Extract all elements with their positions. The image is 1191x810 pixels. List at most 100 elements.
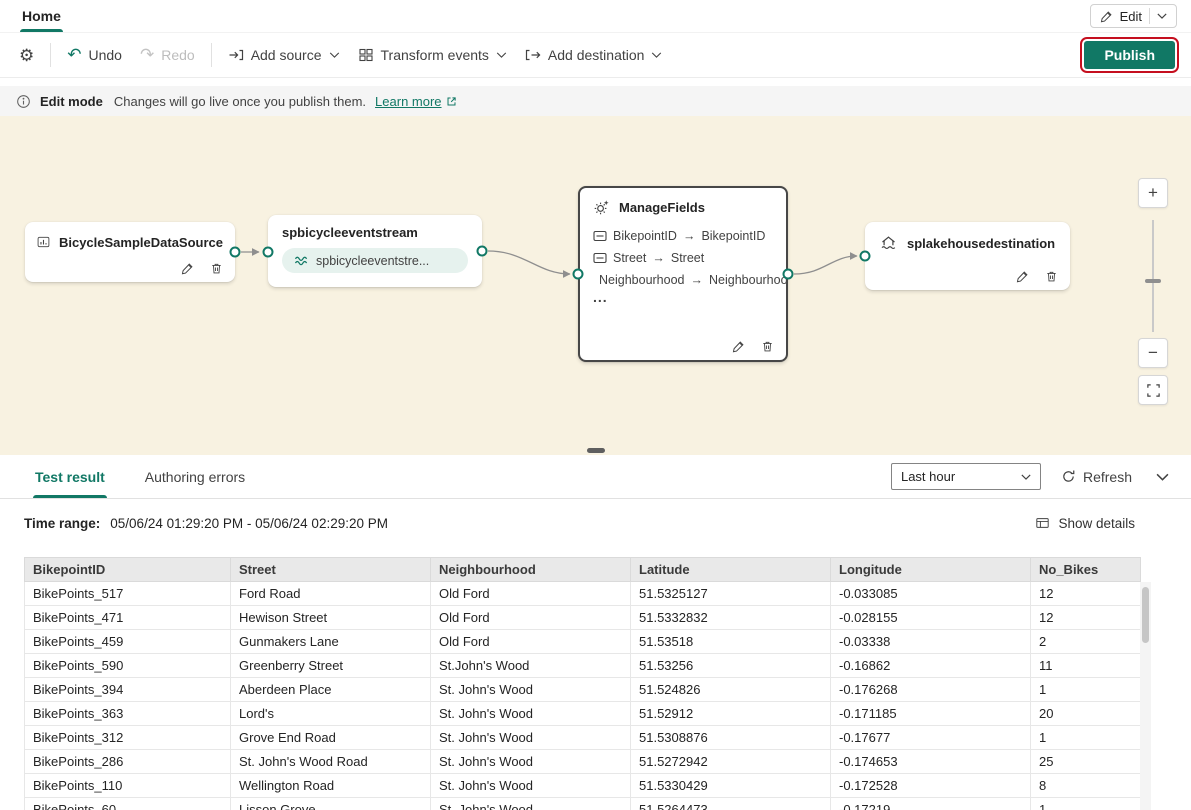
gear-icon: ⚙: [19, 45, 35, 65]
table-cell: -0.028155: [830, 605, 1031, 630]
pencil-icon[interactable]: [1016, 270, 1029, 283]
show-details-button[interactable]: Show details: [1035, 516, 1135, 531]
add-source-icon: [229, 49, 243, 61]
field-from: BikepointID: [613, 229, 677, 243]
table-cell: 25: [1030, 749, 1141, 774]
table-row[interactable]: BikePoints_471 Hewison Street Old Ford 51.5…: [24, 605, 1141, 630]
table-row[interactable]: BikePoints_363 Lord's St. John's Wood 51.52…: [24, 701, 1141, 726]
table-cell: 51.5332832: [630, 605, 831, 630]
zoom-out-label: −: [1148, 343, 1158, 362]
field-to: Street: [670, 251, 705, 265]
tab-label: Test result: [35, 468, 105, 485]
tab-authoring-errors[interactable]: Authoring errors: [145, 455, 245, 498]
table-cell: Old Ford: [430, 581, 631, 606]
collapse-panel-button[interactable]: [1152, 469, 1173, 485]
panel-tab-bar: Test result Authoring errors Last hour R…: [0, 455, 1191, 499]
table-scrollbar[interactable]: [1140, 582, 1151, 810]
table-cell: 11: [1030, 653, 1141, 678]
table-scrollbar-thumb[interactable]: [1142, 587, 1149, 643]
table-row[interactable]: BikePoints_312 Grove End Road St. John's W…: [24, 725, 1141, 750]
settings-button[interactable]: ⚙: [10, 41, 43, 70]
column-header[interactable]: No_Bikes: [1030, 557, 1141, 582]
substream-pill[interactable]: spbicycleeventstre...: [282, 248, 468, 273]
table-cell: Gunmakers Lane: [230, 629, 431, 654]
table-cell: Greenberry Street: [230, 653, 431, 678]
undo-button[interactable]: ↶ Undo: [58, 41, 131, 69]
zoom-slider-track[interactable]: [1152, 220, 1154, 332]
table-row[interactable]: BikePoints_60 Lisson Grove St. John's Wood…: [24, 797, 1141, 810]
table-cell: BikePoints_459: [24, 629, 231, 654]
trash-icon[interactable]: [210, 262, 223, 275]
add-source-button[interactable]: Add source: [219, 41, 349, 69]
transform-events-button[interactable]: Transform events: [349, 41, 516, 69]
table-cell: BikePoints_312: [24, 725, 231, 750]
table-cell: 51.52912: [630, 701, 831, 726]
node-eventstream[interactable]: spbicycleeventstream spbicycleeventstre.…: [268, 215, 482, 287]
manage-fields-icon: [594, 200, 609, 215]
node-manage-fields[interactable]: ManageFields BikepointID → BikepointID Stre…: [578, 186, 788, 362]
table-cell: St. John's Wood: [430, 677, 631, 702]
table-cell: 2: [1030, 629, 1141, 654]
zoom-slider-handle[interactable]: [1145, 279, 1161, 283]
banner-message: Changes will go live once you publish th…: [113, 93, 367, 109]
substream-label: spbicycleeventstre...: [316, 253, 430, 268]
table-row[interactable]: BikePoints_590 Greenberry Street St.John's…: [24, 653, 1141, 678]
node-bicycle-sample-data-source[interactable]: BicycleSampleDataSource: [25, 222, 235, 282]
table-row[interactable]: BikePoints_459 Gunmakers Lane Old Ford 51.5…: [24, 629, 1141, 654]
refresh-button[interactable]: Refresh: [1061, 469, 1132, 485]
table-cell: 51.5264473: [630, 797, 831, 810]
add-destination-label: Add destination: [547, 47, 645, 63]
pencil-icon[interactable]: [732, 340, 745, 353]
tab-home[interactable]: Home: [20, 0, 63, 32]
trash-icon[interactable]: [761, 340, 774, 353]
node-title: splakehousedestination: [907, 235, 1056, 251]
column-header[interactable]: BikepointID: [24, 557, 231, 582]
tab-label: Authoring errors: [144, 468, 246, 485]
pencil-icon: [1100, 10, 1112, 22]
edit-mode-button[interactable]: Edit: [1089, 4, 1177, 28]
publish-button[interactable]: Publish: [1080, 37, 1179, 73]
column-header[interactable]: Latitude: [630, 557, 831, 582]
zoom-out-button[interactable]: −: [1138, 338, 1168, 368]
table-cell: 20: [1030, 701, 1141, 726]
undo-icon: ↶: [67, 45, 82, 64]
trash-icon[interactable]: [1045, 270, 1058, 283]
table-cell: 51.5330429: [630, 773, 831, 798]
table-cell: 51.5272942: [630, 749, 831, 774]
redo-button[interactable]: ↷ Redo: [131, 41, 204, 69]
table-cell: 12: [1030, 605, 1141, 630]
eventstream-canvas[interactable]: BicycleSampleDataSource spbicycleeventst…: [0, 116, 1191, 455]
add-destination-icon: [525, 49, 541, 61]
pencil-icon[interactable]: [181, 262, 194, 275]
node-lakehouse-destination[interactable]: splakehousedestination: [865, 222, 1070, 290]
tab-test-result[interactable]: Test result: [33, 455, 107, 498]
table-cell: Lisson Grove: [230, 797, 431, 810]
column-header[interactable]: Neighbourhood: [430, 557, 631, 582]
more-fields-ellipsis[interactable]: ...: [580, 290, 786, 304]
add-destination-button[interactable]: Add destination: [516, 41, 672, 69]
result-table-body: BikePoints_517 Ford Road Old Ford 51.532512…: [24, 581, 1141, 810]
table-cell: Hewison Street: [230, 605, 431, 630]
zoom-in-button[interactable]: +: [1138, 178, 1168, 208]
table-row[interactable]: BikePoints_517 Ford Road Old Ford 51.532512…: [24, 581, 1141, 606]
learn-more-link[interactable]: Learn more: [375, 94, 456, 109]
fit-to-screen-button[interactable]: [1138, 375, 1168, 405]
table-cell: -0.171185: [830, 701, 1031, 726]
table-cell: St. John's Wood: [430, 701, 631, 726]
table-row[interactable]: BikePoints_110 Wellington Road St. John's …: [24, 773, 1141, 798]
time-filter-select[interactable]: Last hour: [890, 463, 1041, 490]
table-cell: BikePoints_471: [24, 605, 231, 630]
editor-toolbar: ⚙ ↶ Undo ↷ Redo Add source Transform eve…: [0, 33, 1191, 78]
panel-resize-handle[interactable]: [587, 448, 605, 453]
table-cell: St. John's Wood: [430, 797, 631, 810]
table-cell: BikePoints_394: [24, 677, 231, 702]
arrow-icon: →: [652, 251, 665, 265]
column-header[interactable]: Longitude: [830, 557, 1031, 582]
chevron-down-icon[interactable]: [1157, 13, 1167, 19]
column-header[interactable]: Street: [230, 557, 431, 582]
table-cell: BikePoints_110: [24, 773, 231, 798]
table-row[interactable]: BikePoints_394 Aberdeen Place St. John's W…: [24, 677, 1141, 702]
external-link-icon: [447, 96, 456, 105]
fit-to-screen-icon: [1146, 383, 1160, 397]
table-row[interactable]: BikePoints_286 St. John's Wood Road St. Jo…: [24, 749, 1141, 774]
